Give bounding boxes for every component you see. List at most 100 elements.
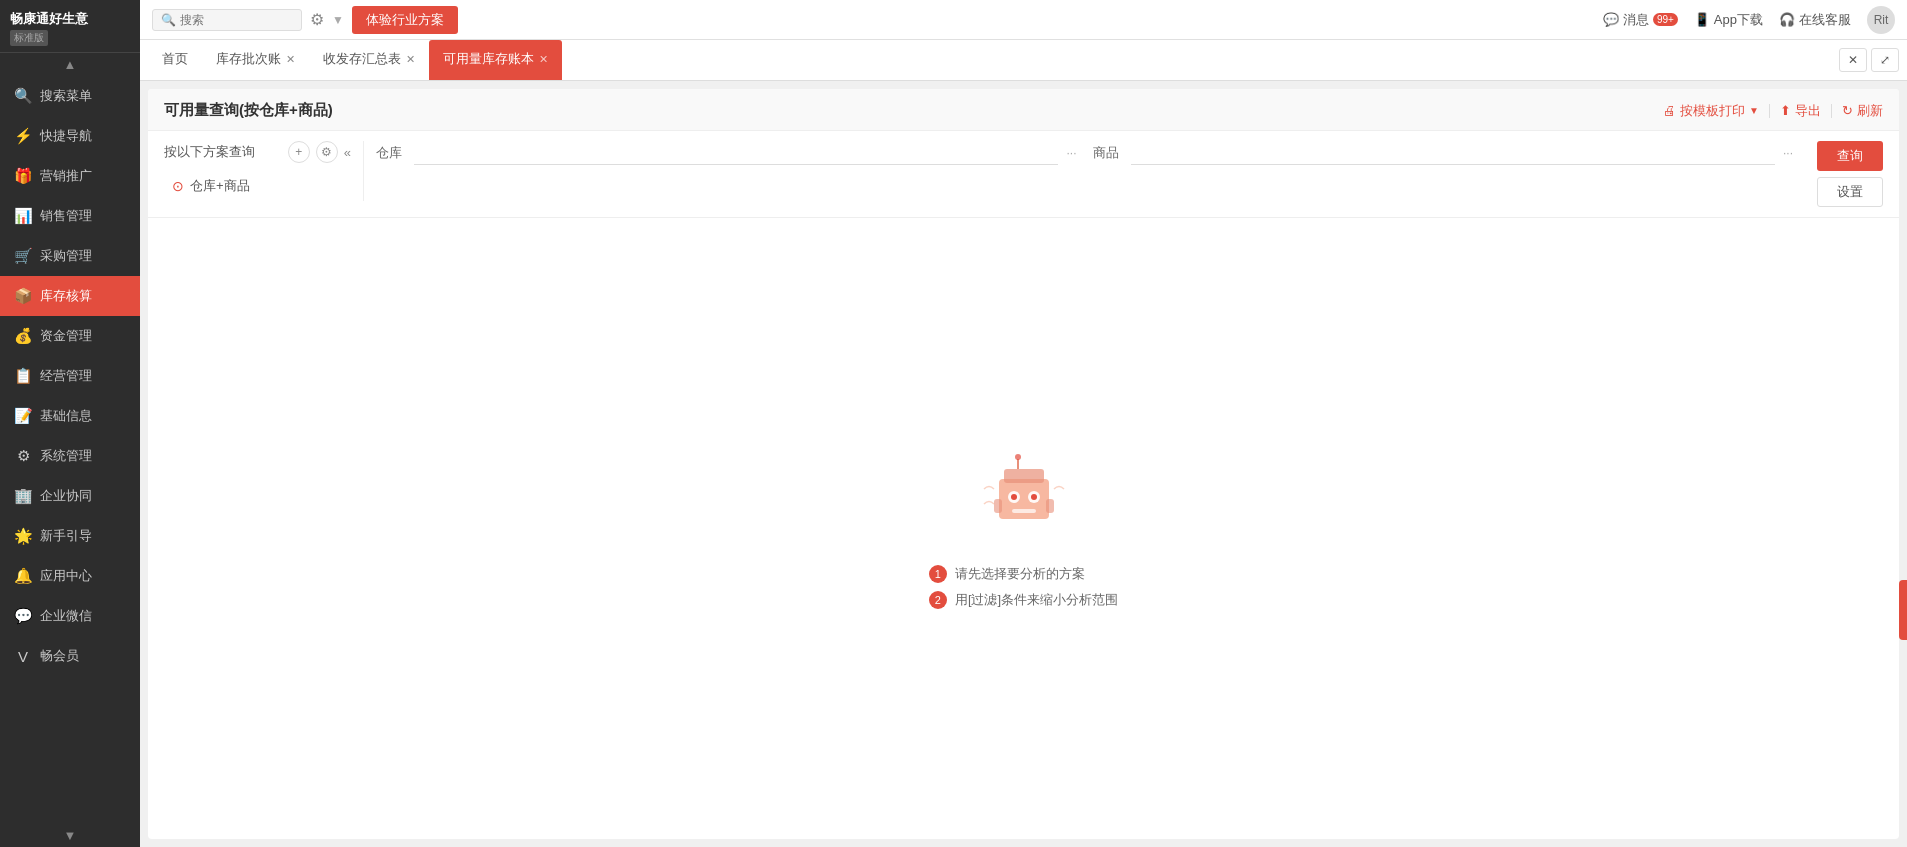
tab-batch-close-icon[interactable]: ✕	[286, 53, 295, 66]
scheme-title: 按以下方案查询	[164, 143, 255, 161]
close-tab-button[interactable]: ✕	[1839, 48, 1867, 72]
hint-text-2: 用[过滤]条件来缩小分析范围	[955, 591, 1118, 609]
filter-scheme-panel: 按以下方案查询 + ⚙ « ⊙ 仓库+商品	[164, 141, 364, 201]
sidebar-item-label: 销售管理	[40, 207, 92, 225]
message-group[interactable]: 💬 消息 99+	[1603, 11, 1678, 29]
member-icon: V	[14, 648, 32, 665]
sidebar-item-label: 系统管理	[40, 447, 92, 465]
filter-field-warehouse: 仓库 ···	[376, 141, 1077, 165]
sidebar-item-appstore[interactable]: 🔔 应用中心	[0, 556, 140, 596]
goods-label: 商品	[1093, 144, 1123, 162]
query-button[interactable]: 查询	[1817, 141, 1883, 171]
tab-available-close-icon[interactable]: ✕	[539, 53, 548, 66]
filter-field-goods: 商品 ···	[1093, 141, 1794, 165]
scheme-item-warehouse-goods[interactable]: ⊙ 仓库+商品	[164, 171, 351, 201]
refresh-button[interactable]: ↻ 刷新	[1842, 102, 1883, 120]
sidebar-item-enterprise[interactable]: 🏢 企业协同	[0, 476, 140, 516]
scroll-down-btn[interactable]: ▼	[0, 824, 140, 847]
add-scheme-button[interactable]: +	[288, 141, 310, 163]
user-group[interactable]: Rit	[1867, 6, 1895, 34]
topbar-right: 💬 消息 99+ 📱 App下载 🎧 在线客服 Rit	[1603, 6, 1895, 34]
enterprise-icon: 🏢	[14, 487, 32, 505]
empty-illustration	[974, 449, 1074, 549]
export-label: 导出	[1795, 102, 1821, 120]
svg-rect-7	[994, 499, 1002, 513]
filter-fields: 仓库 ··· 商品 ···	[376, 141, 1793, 165]
sidebar-item-marketing[interactable]: 🎁 营销推广	[0, 156, 140, 196]
dropdown-icon[interactable]: ▼	[332, 13, 344, 27]
filter-area: 按以下方案查询 + ⚙ « ⊙ 仓库+商品 仓库	[148, 131, 1899, 218]
settings-button[interactable]: 设置	[1817, 177, 1883, 207]
tab-home-label: 首页	[162, 50, 188, 68]
hint-text-1: 请先选择要分析的方案	[955, 565, 1085, 583]
tabs-bar: 首页 库存批次账 ✕ 收发存汇总表 ✕ 可用量库存账本 ✕ ✕ ⤢	[140, 40, 1907, 81]
tab-collect-close-icon[interactable]: ✕	[406, 53, 415, 66]
page-header-actions: 🖨 按模板打印 ▼ ⬆ 导出 ↻ 刷新	[1663, 102, 1883, 120]
sidebar-item-label: 经营管理	[40, 367, 92, 385]
marketing-icon: 🎁	[14, 167, 32, 185]
sidebar-item-guide[interactable]: 🌟 新手引导	[0, 516, 140, 556]
collapse-scheme-button[interactable]: «	[344, 145, 351, 160]
search-icon: 🔍	[14, 87, 32, 105]
wechat-icon: 💬	[14, 607, 32, 625]
purchase-icon: 🛒	[14, 247, 32, 265]
appstore-icon: 🔔	[14, 567, 32, 585]
topbar-search-box[interactable]: 🔍	[152, 9, 302, 31]
goods-input[interactable]	[1131, 141, 1775, 165]
sidebar-item-member[interactable]: V 畅会员	[0, 636, 140, 676]
sidebar-item-purchase[interactable]: 🛒 采购管理	[0, 236, 140, 276]
message-badge: 99+	[1653, 13, 1678, 26]
user-avatar: Rit	[1867, 6, 1895, 34]
refresh-icon: ↻	[1842, 103, 1853, 118]
filter-row-1: 仓库 ··· 商品 ···	[376, 141, 1793, 165]
quicknav-icon: ⚡	[14, 127, 32, 145]
main-area: 🔍 ⚙ ▼ 体验行业方案 💬 消息 99+ 📱 App下载 🎧 在线客服 Rit	[140, 0, 1907, 847]
empty-state: 1 请先选择要分析的方案 2 用[过滤]条件来缩小分析范围	[148, 218, 1899, 839]
trial-industry-button[interactable]: 体验行业方案	[352, 6, 458, 34]
app-label: App下载	[1714, 11, 1763, 29]
sidebar-item-wechat[interactable]: 💬 企业微信	[0, 596, 140, 636]
actions-divider	[1769, 104, 1770, 118]
tabs-right-actions: ✕ ⤢	[1839, 48, 1899, 72]
sidebar-item-quicknav[interactable]: ⚡ 快捷导航	[0, 116, 140, 156]
goods-more-icon[interactable]: ···	[1783, 146, 1793, 160]
tab-home[interactable]: 首页	[148, 40, 202, 80]
sidebar-item-basic[interactable]: 📝 基础信息	[0, 396, 140, 436]
phone-icon: 📱	[1694, 12, 1710, 27]
tab-batch[interactable]: 库存批次账 ✕	[202, 40, 309, 80]
sidebar-brand: 畅康通好生意 标准版	[0, 0, 140, 53]
user-name: Rit	[1874, 13, 1889, 27]
page-header: 可用量查询(按仓库+商品) 🖨 按模板打印 ▼ ⬆ 导出 ↻ 刷新	[148, 89, 1899, 131]
sidebar-item-label: 新手引导	[40, 527, 92, 545]
sidebar-item-sales[interactable]: 📊 销售管理	[0, 196, 140, 236]
app-download-group[interactable]: 📱 App下载	[1694, 11, 1763, 29]
sidebar-item-inventory[interactable]: 📦 库存核算	[0, 276, 140, 316]
sidebar-item-search[interactable]: 🔍 搜索菜单	[0, 76, 140, 116]
search-input[interactable]	[180, 13, 280, 27]
service-group[interactable]: 🎧 在线客服	[1779, 11, 1851, 29]
settings-gear-icon[interactable]: ⚙	[310, 10, 324, 29]
export-button[interactable]: ⬆ 导出	[1780, 102, 1821, 120]
sidebar-item-label: 采购管理	[40, 247, 92, 265]
settings-scheme-button[interactable]: ⚙	[316, 141, 338, 163]
tab-collect[interactable]: 收发存汇总表 ✕	[309, 40, 429, 80]
sidebar-item-finance[interactable]: 💰 资金管理	[0, 316, 140, 356]
scheme-item-label: 仓库+商品	[190, 177, 250, 195]
sidebar-menu: 🔍 搜索菜单 ⚡ 快捷导航 🎁 营销推广 📊 销售管理 🛒 采购管理 📦 库存核…	[0, 76, 140, 824]
sidebar-item-label: 搜索菜单	[40, 87, 92, 105]
sidebar-item-system[interactable]: ⚙ 系统管理	[0, 436, 140, 476]
sales-icon: 📊	[14, 207, 32, 225]
empty-hint-1: 1 请先选择要分析的方案	[929, 565, 1118, 583]
template-print-button[interactable]: 🖨 按模板打印 ▼	[1663, 102, 1759, 120]
scroll-up-btn[interactable]: ▲	[0, 53, 140, 76]
svg-rect-6	[1012, 509, 1036, 513]
finance-icon: 💰	[14, 327, 32, 345]
sidebar-item-business[interactable]: 📋 经营管理	[0, 356, 140, 396]
tab-available[interactable]: 可用量库存账本 ✕	[429, 40, 562, 80]
warehouse-more-icon[interactable]: ···	[1066, 146, 1076, 160]
scheme-item-icon: ⊙	[172, 178, 184, 194]
warehouse-input[interactable]	[414, 141, 1058, 165]
filter-scheme-header: 按以下方案查询 + ⚙ «	[164, 141, 351, 163]
print-icon: 🖨	[1663, 103, 1676, 118]
expand-tab-button[interactable]: ⤢	[1871, 48, 1899, 72]
